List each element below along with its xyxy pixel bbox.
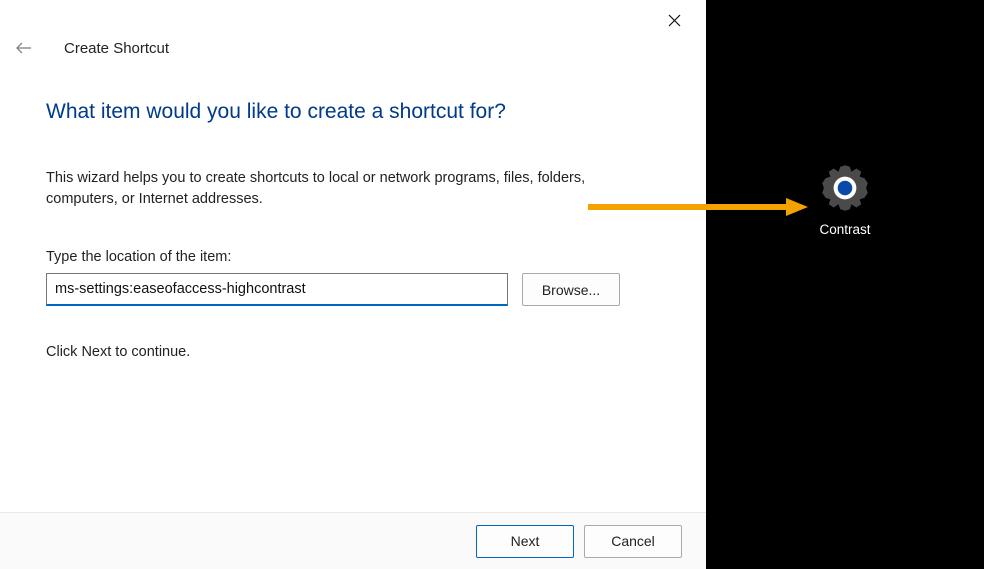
continue-hint: Click Next to continue.: [46, 344, 660, 360]
wizard-description: This wizard helps you to create shortcut…: [46, 168, 606, 209]
location-input-row: Browse...: [46, 273, 660, 306]
gear-icon: [819, 162, 871, 214]
location-input[interactable]: [46, 273, 508, 306]
cancel-button[interactable]: Cancel: [584, 525, 682, 558]
next-button[interactable]: Next: [476, 525, 574, 558]
wizard-heading: What item would you like to create a sho…: [46, 100, 660, 124]
browse-button[interactable]: Browse...: [522, 273, 620, 306]
desktop-shortcut-contrast[interactable]: Contrast: [800, 162, 890, 237]
desktop-shortcut-label: Contrast: [819, 222, 870, 237]
close-button[interactable]: [660, 6, 688, 34]
location-label: Type the location of the item:: [46, 249, 660, 265]
wizard-footer: Next Cancel: [0, 512, 706, 569]
close-icon: [668, 14, 681, 27]
back-button[interactable]: [12, 36, 36, 60]
create-shortcut-wizard: Create Shortcut What item would you like…: [0, 0, 706, 569]
wizard-content: What item would you like to create a sho…: [0, 60, 706, 512]
wizard-title: Create Shortcut: [64, 40, 169, 57]
wizard-header: Create Shortcut: [0, 0, 706, 60]
back-arrow-icon: [14, 38, 34, 58]
desktop-area: Contrast: [706, 0, 984, 569]
